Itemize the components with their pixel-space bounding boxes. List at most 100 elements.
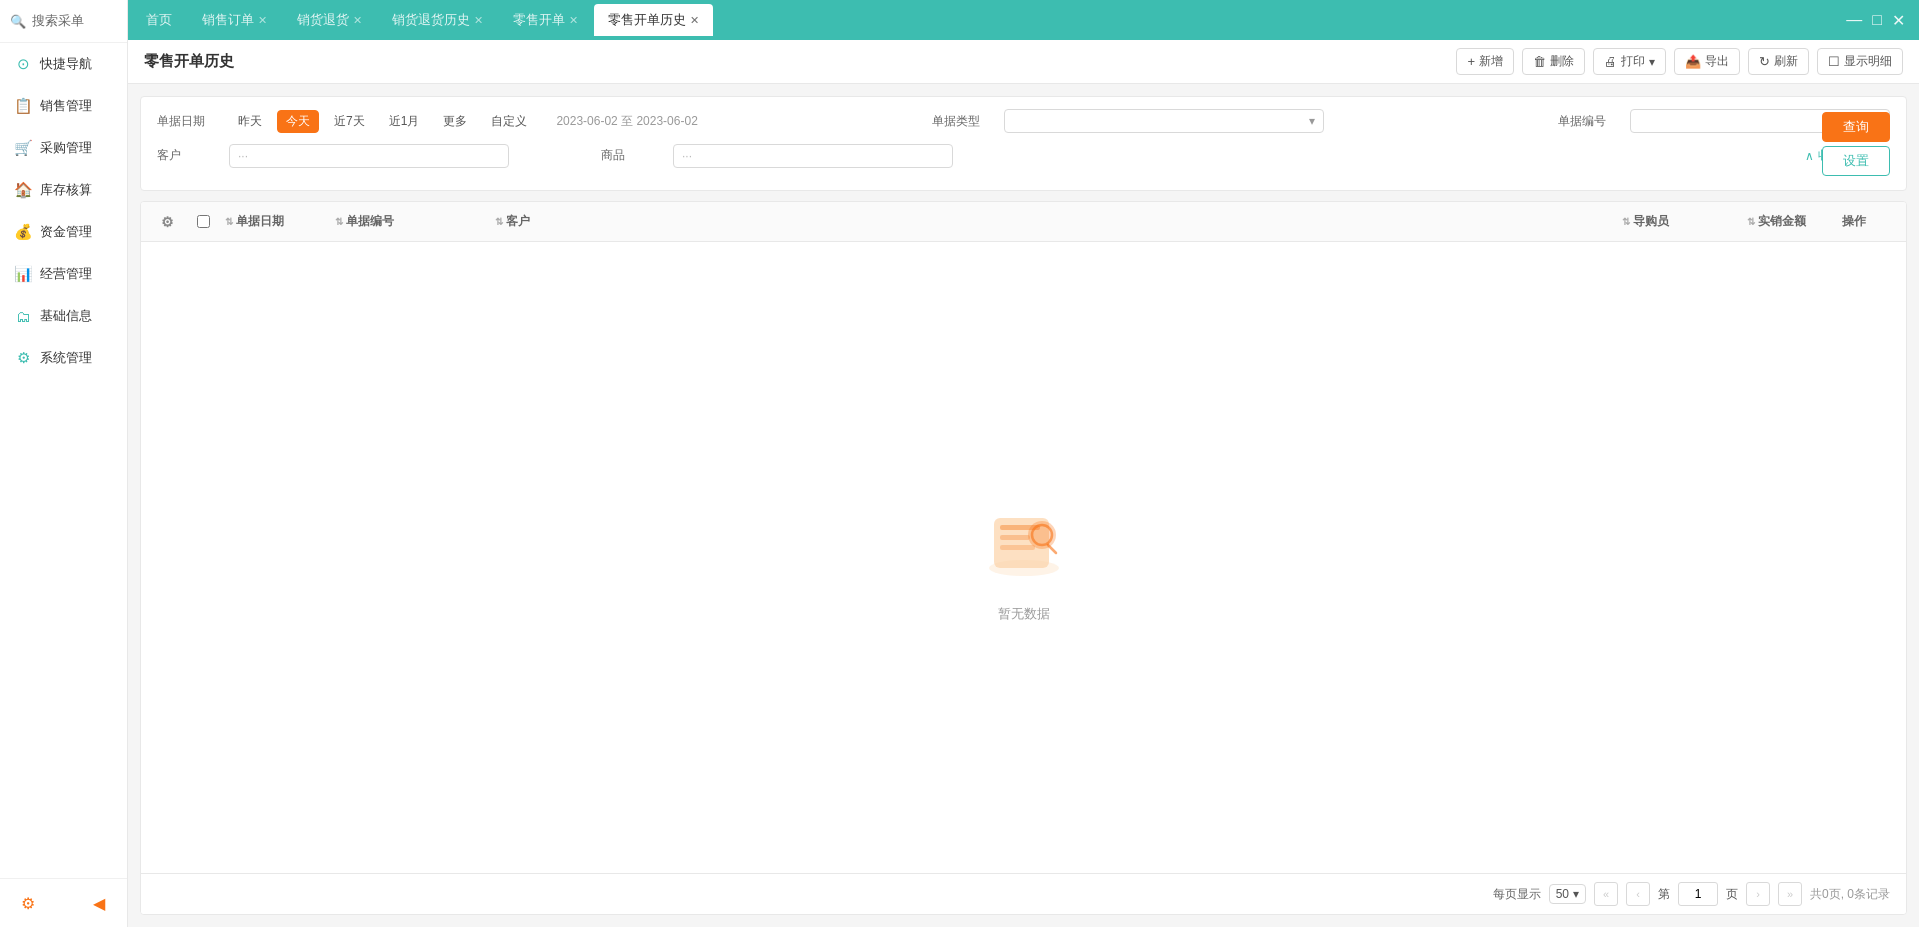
sidebar-label-inventory: 库存核算 — [40, 181, 92, 199]
tab-close-sales-return-history[interactable]: ✕ — [474, 14, 483, 27]
col-customer: ⇅ 客户 — [487, 213, 1614, 230]
tab-retail-open[interactable]: 零售开单 ✕ — [499, 4, 592, 36]
sidebar-icon-operations: 📊 — [14, 265, 32, 283]
sidebar-item-basic[interactable]: 🗂基础信息 — [0, 295, 127, 337]
sort-icon-guide[interactable]: ⇅ — [1622, 216, 1630, 227]
tab-close-retail-open[interactable]: ✕ — [569, 14, 578, 27]
settings-button[interactable]: 设置 — [1822, 146, 1890, 176]
tab-sales-return[interactable]: 销货退货 ✕ — [283, 4, 376, 36]
sidebar-icon-system: ⚙ — [14, 349, 32, 367]
sidebar-item-finance[interactable]: 💰 资金管理 — [0, 211, 127, 253]
collapse-sidebar-icon[interactable]: ◀ — [85, 889, 113, 917]
col-action-label: 操作 — [1842, 213, 1866, 230]
chevron-down-icon-page: ▾ — [1573, 887, 1579, 901]
date-btn-last7[interactable]: 近7天 — [325, 110, 374, 133]
sidebar-search[interactable]: 🔍 搜索采单 — [0, 0, 127, 43]
goods-label: 商品 — [601, 147, 657, 164]
empty-state: 暂无数据 — [974, 493, 1074, 623]
tab-close-retail-history[interactable]: ✕ — [690, 14, 699, 27]
date-btn-yesterday[interactable]: 昨天 — [229, 110, 271, 133]
next-page-button[interactable]: › — [1746, 882, 1770, 906]
tab-sales-order[interactable]: 销售订单 ✕ — [188, 4, 281, 36]
sidebar-icon-purchase: 🛒 — [14, 139, 32, 157]
empty-illustration — [974, 493, 1074, 593]
sidebar-footer: ⚙ ◀ — [0, 878, 127, 927]
first-page-button[interactable]: « — [1594, 882, 1618, 906]
sidebar-item-operations[interactable]: 📊经营管理 — [0, 253, 127, 295]
last-page-button[interactable]: » — [1778, 882, 1802, 906]
sort-icon-date[interactable]: ⇅ — [225, 216, 233, 227]
customer-label: 客户 — [157, 147, 213, 164]
select-all-checkbox[interactable] — [189, 215, 217, 228]
col-guide-label: 导购员 — [1633, 213, 1669, 230]
checkbox-all[interactable] — [197, 215, 210, 228]
refresh-icon: ↻ — [1759, 54, 1770, 69]
order-no-label: 单据编号 — [1558, 113, 1614, 130]
print-label: 打印 — [1621, 53, 1645, 70]
page-title: 零售开单历史 — [144, 52, 1448, 71]
goods-placeholder: ··· — [682, 149, 692, 163]
sidebar-icon-sales: 📋 — [14, 97, 32, 115]
date-btn-last_month[interactable]: 近1月 — [380, 110, 429, 133]
sidebar-item-purchase[interactable]: 🛒采购管理 — [0, 127, 127, 169]
page-suffix: 页 — [1726, 886, 1738, 903]
col-customer-label: 客户 — [506, 213, 530, 230]
refresh-label: 刷新 — [1774, 53, 1798, 70]
per-page-label: 每页显示 — [1493, 886, 1541, 903]
query-button[interactable]: 查询 — [1822, 112, 1890, 142]
tab-retail-history[interactable]: 零售开单历史 ✕ — [594, 4, 713, 36]
column-settings-icon[interactable]: ⚙ — [153, 214, 189, 230]
total-info: 共0页, 0条记录 — [1810, 886, 1890, 903]
export-button[interactable]: 📤导出 — [1674, 48, 1740, 75]
sort-icon-order[interactable]: ⇅ — [335, 216, 343, 227]
print-button[interactable]: 🖨打印▾ — [1593, 48, 1666, 75]
date-range-text: 2023-06-02 至 2023-06-02 — [556, 113, 697, 130]
sidebar-item-inventory[interactable]: 🏠 库存核算 — [0, 169, 127, 211]
date-btn-today[interactable]: 今天 — [277, 110, 319, 133]
sidebar-item-quick-nav[interactable]: ⊙快捷导航 — [0, 43, 127, 85]
delete-button[interactable]: 🗑删除 — [1522, 48, 1585, 75]
sidebar-item-sales[interactable]: 📋销售管理 — [0, 85, 127, 127]
display-detail-button[interactable]: ☐ 显示明细 — [1817, 48, 1903, 75]
query-label: 查询 — [1843, 118, 1869, 136]
sidebar-icon-quick-nav: ⊙ — [14, 55, 32, 73]
order-no-field[interactable] — [1639, 114, 1799, 128]
print-arrow-icon: ▾ — [1649, 55, 1655, 69]
date-btn-custom[interactable]: 自定义 — [482, 110, 536, 133]
sidebar-icon-finance: 💰 — [14, 223, 32, 241]
svg-rect-4 — [1000, 545, 1035, 550]
close-window-button[interactable]: ✕ — [1892, 11, 1905, 30]
per-page-select[interactable]: 50 ▾ — [1549, 884, 1586, 904]
goods-input[interactable]: ··· — [673, 144, 953, 168]
col-guide: ⇅ 导购员 — [1614, 213, 1714, 230]
tab-home[interactable]: 首页 — [132, 4, 186, 36]
customer-input[interactable]: ··· — [229, 144, 509, 168]
tab-close-sales-order[interactable]: ✕ — [258, 14, 267, 27]
delete-label: 删除 — [1550, 53, 1574, 70]
tabs-bar: 首页销售订单 ✕销货退货 ✕销货退货历史 ✕零售开单 ✕零售开单历史 ✕ — □… — [128, 0, 1919, 40]
sidebar-label-finance: 资金管理 — [40, 223, 92, 241]
sidebar-icon-inventory: 🏠 — [14, 181, 32, 199]
tab-label-sales-return-history: 销货退货历史 — [392, 11, 470, 29]
sidebar-item-system[interactable]: ⚙系统管理 — [0, 337, 127, 379]
minimize-button[interactable]: — — [1846, 11, 1862, 29]
display-detail-icon: ☐ — [1828, 54, 1840, 69]
settings-icon[interactable]: ⚙ — [14, 889, 42, 917]
prev-page-button[interactable]: ‹ — [1626, 882, 1650, 906]
col-date: ⇅ 单据日期 — [217, 213, 327, 230]
add-label: 新增 — [1479, 53, 1503, 70]
table-body: 暂无数据 — [141, 242, 1906, 873]
display-detail-label: 显示明细 — [1844, 53, 1892, 70]
chevron-down-icon: ▾ — [1309, 114, 1315, 128]
maximize-button[interactable]: □ — [1872, 11, 1882, 29]
date-btn-more[interactable]: 更多 — [434, 110, 476, 133]
sort-icon-customer[interactable]: ⇅ — [495, 216, 503, 227]
tab-sales-return-history[interactable]: 销货退货历史 ✕ — [378, 4, 497, 36]
sort-icon-amount[interactable]: ⇅ — [1747, 216, 1755, 227]
tab-close-sales-return[interactable]: ✕ — [353, 14, 362, 27]
refresh-button[interactable]: ↻ 刷新 — [1748, 48, 1809, 75]
order-type-select[interactable]: ▾ — [1004, 109, 1324, 133]
main-area: 首页销售订单 ✕销货退货 ✕销货退货历史 ✕零售开单 ✕零售开单历史 ✕ — □… — [128, 0, 1919, 927]
add-button[interactable]: +新增 — [1456, 48, 1514, 75]
current-page-input[interactable] — [1678, 882, 1718, 906]
